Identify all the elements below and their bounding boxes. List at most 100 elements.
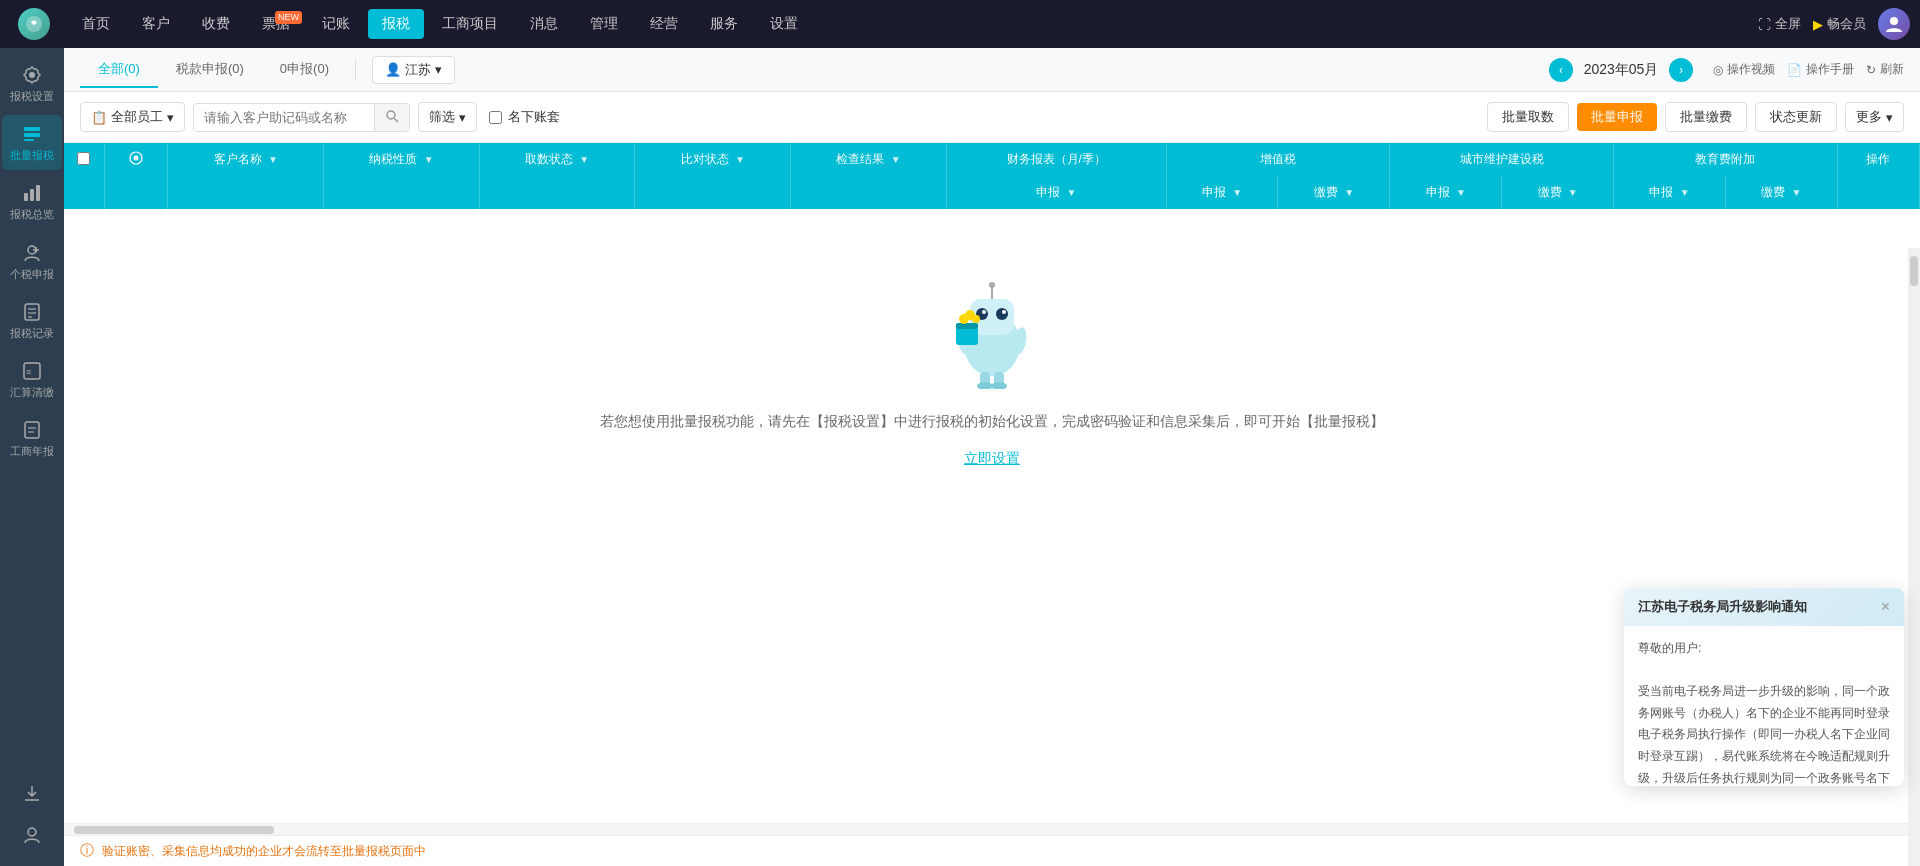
sidebar-item-tax-record[interactable]: 报税记录 (2, 293, 62, 348)
nav-message[interactable]: 消息 (516, 9, 572, 39)
toolbar: 📋 全部员工 ▾ 筛选 ▾ 名下账套 (64, 92, 1920, 143)
sidebar-user[interactable] (2, 816, 62, 854)
batch-fetch-button[interactable]: 批量取数 (1487, 102, 1569, 132)
sidebar-item-tax-summary[interactable]: 报税总览 (2, 174, 62, 229)
nav-customer[interactable]: 客户 (128, 9, 184, 39)
nav-industry[interactable]: 工商项目 (428, 9, 512, 39)
svg-point-22 (387, 111, 395, 119)
new-badge: NEW (275, 11, 302, 24)
nav-accounting[interactable]: 记账 (308, 9, 364, 39)
svg-point-21 (28, 828, 36, 836)
sidebar-item-settlement[interactable]: ≡ 汇算清缴 (2, 352, 62, 407)
sidebar-item-annual-report[interactable]: 工商年报 (2, 411, 62, 466)
horizontal-scrollbar[interactable] (64, 823, 1920, 835)
video-icon: ◎ (1713, 63, 1723, 77)
status-update-button[interactable]: 状态更新 (1755, 102, 1837, 132)
taxtype-filter-icon[interactable]: ▼ (424, 154, 434, 165)
sidebar-label-tax-settings: 报税设置 (10, 90, 54, 103)
th-checkbox[interactable] (64, 143, 104, 176)
notification-panel: 江苏电子税务局升级影响通知 × 尊敬的用户: 受当前电子税务局进一步升级的影响，… (1624, 588, 1904, 786)
svg-point-40 (972, 315, 980, 323)
logo-area (10, 8, 58, 40)
th-vat-pay: 缴费 ▼ (1278, 176, 1390, 209)
edu-pay-filter-icon[interactable]: ▼ (1792, 187, 1802, 198)
nav-invoice[interactable]: 票据 NEW (248, 9, 304, 39)
edu-declare-filter-icon[interactable]: ▼ (1680, 187, 1690, 198)
nav-home[interactable]: 首页 (68, 9, 124, 39)
batch-declare-button[interactable]: 批量申报 (1577, 103, 1657, 131)
nav-items: 首页 客户 收费 票据 NEW 记账 报税 工商项目 消息 管理 经营 服务 设… (68, 9, 1758, 39)
checkbox-label[interactable]: 名下账套 (489, 108, 560, 126)
status-bar: ⓘ 验证账密、采集信息均成功的企业才会流转至批量报税页面中 (64, 835, 1920, 866)
city-declare-filter-icon[interactable]: ▼ (1456, 187, 1466, 198)
filter-button[interactable]: 筛选 ▾ (418, 102, 477, 132)
nav-operation[interactable]: 经营 (636, 9, 692, 39)
setup-link[interactable]: 立即设置 (964, 450, 1020, 468)
notification-content: 受当前电子税务局进一步升级的影响，同一个政务网账号（办税人）名下的企业不能再同时… (1638, 681, 1890, 786)
city-pay-filter-icon[interactable]: ▼ (1568, 187, 1578, 198)
member-button[interactable]: ▶ 畅会员 (1813, 15, 1866, 33)
sidebar-bottom (2, 774, 62, 866)
th-settings[interactable] (104, 143, 168, 176)
operation-video-link[interactable]: ◎ 操作视频 (1713, 61, 1775, 78)
region-selector[interactable]: 👤 江苏 ▾ (372, 56, 455, 84)
sidebar: 报税设置 批量报税 报税总览 (0, 48, 64, 866)
batch-pay-button[interactable]: 批量缴费 (1665, 102, 1747, 132)
app-logo[interactable] (18, 8, 50, 40)
nav-management[interactable]: 管理 (576, 9, 632, 39)
svg-rect-4 (24, 139, 34, 141)
svg-point-25 (133, 156, 138, 161)
tab-zero-declaration[interactable]: 0申报(0) (262, 52, 347, 88)
search-input[interactable] (194, 105, 374, 130)
next-month-button[interactable]: › (1669, 58, 1693, 82)
settings-icon (129, 151, 143, 165)
nav-settings[interactable]: 设置 (756, 9, 812, 39)
more-button[interactable]: 更多 ▾ (1845, 102, 1904, 132)
main-layout: 报税设置 批量报税 报税总览 (0, 48, 1920, 866)
nav-service[interactable]: 服务 (696, 9, 752, 39)
svg-point-44 (991, 382, 1007, 389)
user-avatar[interactable] (1878, 8, 1910, 40)
comparestatus-filter-icon[interactable]: ▼ (735, 154, 745, 165)
empty-state: 若您想使用批量报税功能，请先在【报税设置】中进行报税的初始化设置，完成密码验证和… (64, 209, 1920, 528)
sidebar-item-tax-settings[interactable]: 报税设置 (2, 56, 62, 111)
tab-tax-declaration[interactable]: 税款申报(0) (158, 52, 262, 88)
prev-month-button[interactable]: ‹ (1549, 58, 1573, 82)
svg-rect-6 (30, 189, 34, 201)
horizontal-scrollbar-thumb[interactable] (74, 826, 274, 834)
fetchstatus-filter-icon[interactable]: ▼ (579, 154, 589, 165)
sidebar-download[interactable] (2, 774, 62, 812)
notification-close-button[interactable]: × (1881, 599, 1890, 615)
svg-point-0 (1890, 17, 1898, 25)
nav-tax[interactable]: 报税 (368, 9, 424, 39)
tab-all[interactable]: 全部(0) (80, 52, 158, 88)
nav-fee[interactable]: 收费 (188, 9, 244, 39)
checkresult-filter-icon[interactable]: ▼ (891, 154, 901, 165)
notification-greeting: 尊敬的用户: (1638, 638, 1890, 660)
svg-rect-2 (24, 127, 40, 131)
th-check-result: 检查结果 ▼ (791, 143, 947, 176)
svg-rect-7 (36, 185, 40, 201)
right-scrollbar-thumb[interactable] (1910, 256, 1918, 286)
refresh-link[interactable]: ↻ 刷新 (1866, 61, 1904, 78)
th-financial-report: 财务报表（月/季） (946, 143, 1166, 176)
th-city-pay: 缴费 ▼ (1502, 176, 1614, 209)
download-icon (21, 782, 43, 804)
user-icon (21, 824, 43, 846)
sidebar-item-batch-tax[interactable]: 批量报税 (2, 115, 62, 170)
th-edu-declare: 申报 ▼ (1614, 176, 1726, 209)
th-vat-declare: 申报 ▼ (1166, 176, 1278, 209)
search-button[interactable] (374, 104, 409, 131)
customer-filter-icon[interactable]: ▼ (268, 154, 278, 165)
select-all-checkbox[interactable] (77, 152, 90, 165)
vat-pay-filter-icon[interactable]: ▼ (1344, 187, 1354, 198)
sidebar-label-settlement: 汇算清缴 (10, 386, 54, 399)
employee-select[interactable]: 📋 全部员工 ▾ (80, 102, 185, 132)
sidebar-item-personal-tax[interactable]: 个税申报 (2, 234, 62, 289)
operation-manual-link[interactable]: 📄 操作手册 (1787, 61, 1854, 78)
region-chevron-icon: ▾ (435, 62, 442, 77)
vat-declare-filter-icon[interactable]: ▼ (1232, 187, 1242, 198)
financial-filter-icon[interactable]: ▼ (1066, 187, 1076, 198)
name-accounts-checkbox[interactable] (489, 111, 502, 124)
fullscreen-button[interactable]: ⛶ 全屏 (1758, 15, 1801, 33)
